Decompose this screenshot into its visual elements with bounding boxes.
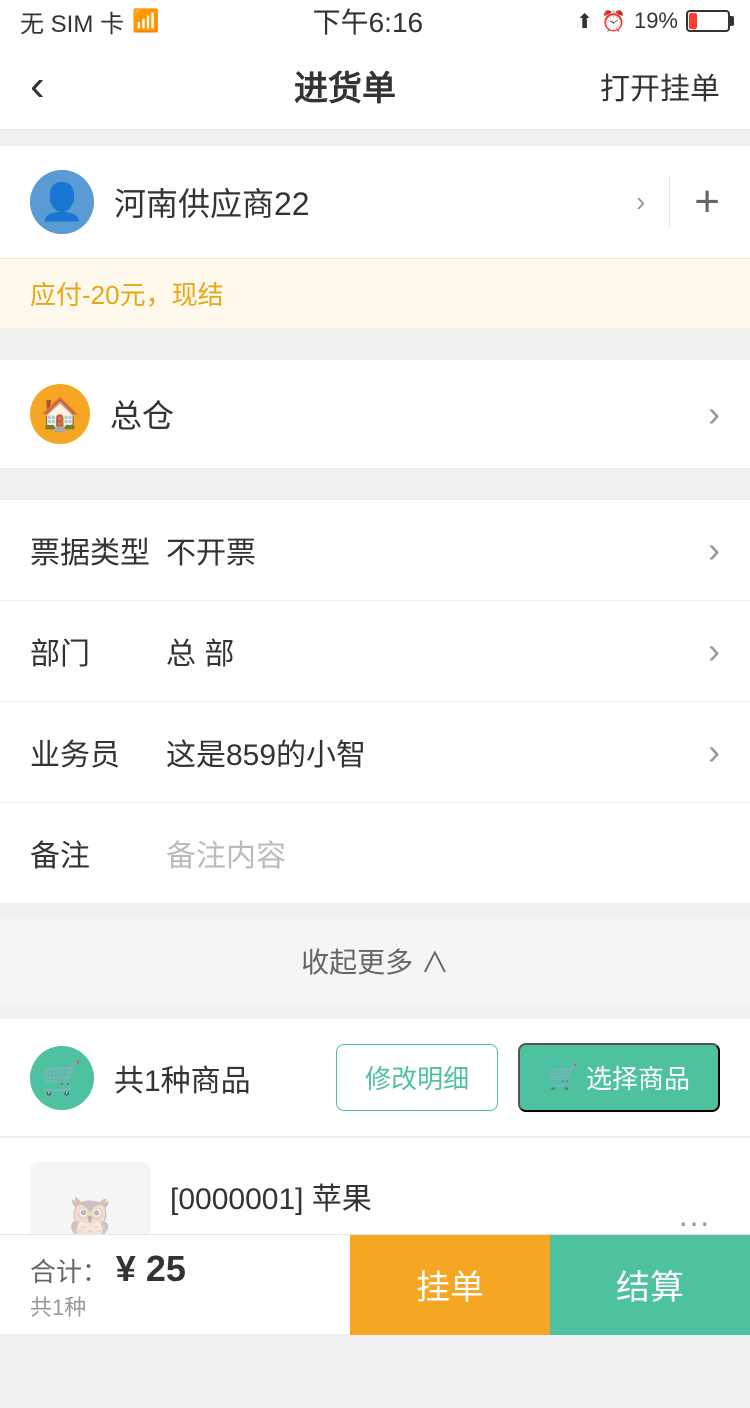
- status-left: 无 SIM 卡 📶: [20, 4, 159, 39]
- collapse-button[interactable]: 收起更多 ∧: [0, 919, 750, 1003]
- modify-detail-button[interactable]: 修改明细: [336, 1044, 498, 1111]
- wifi-icon: 📶: [132, 8, 159, 34]
- select-icon: 🛒: [548, 1063, 578, 1092]
- chevron-right-icon: ›: [636, 186, 645, 218]
- product-name: [0000001] 苹果: [170, 1174, 648, 1218]
- avatar: 👤: [30, 170, 94, 234]
- battery-icon: [686, 10, 730, 32]
- chevron-right-icon: ›: [708, 529, 720, 571]
- product-code: [0000001] 苹果: [170, 1183, 372, 1216]
- invoice-type-value: 不开票: [150, 528, 708, 572]
- chevron-right-icon: ›: [708, 731, 720, 773]
- back-button[interactable]: ‹: [30, 61, 90, 111]
- alarm-icon: ⏰: [601, 9, 626, 34]
- hang-button[interactable]: 挂单: [350, 1235, 550, 1335]
- location-icon: ⬆: [576, 9, 593, 34]
- divider: [669, 177, 670, 227]
- checkout-button[interactable]: 结算: [550, 1235, 750, 1335]
- invoice-type-row[interactable]: 票据类型 不开票 ›: [0, 500, 750, 600]
- product-icon: 🛒: [30, 1046, 94, 1110]
- warehouse-icon: 🏠: [30, 384, 90, 444]
- department-label: 部门: [30, 629, 150, 673]
- warehouse-name: 总仓: [110, 391, 708, 437]
- battery-text: 19%: [634, 8, 678, 34]
- status-bar: 无 SIM 卡 📶 下午6:16 ⬆ ⏰ 19%: [0, 0, 750, 42]
- select-label: 选择商品: [586, 1059, 690, 1096]
- total-amount: ¥ 25: [116, 1248, 186, 1289]
- bottom-bar: 合计： ¥ 25 共1种 挂单 结算: [0, 1234, 750, 1334]
- select-product-button[interactable]: 🛒 选择商品: [518, 1043, 720, 1112]
- carrier-text: 无 SIM 卡: [20, 4, 124, 39]
- salesperson-label: 业务员: [30, 730, 150, 774]
- remark-value: 备注内容: [150, 831, 720, 875]
- status-right: ⬆ ⏰ 19%: [576, 8, 730, 34]
- remark-label: 备注: [30, 831, 150, 875]
- chevron-right-icon: ›: [708, 630, 720, 672]
- department-value: 总 部: [150, 629, 708, 673]
- status-time: 下午6:16: [313, 1, 424, 41]
- total-section: 合计： ¥ 25 共1种: [0, 1248, 350, 1322]
- add-supplier-button[interactable]: +: [694, 180, 720, 224]
- form-section: 票据类型 不开票 › 部门 总 部 › 业务员 这是859的小智 › 备注 备注…: [0, 500, 750, 903]
- product-count: 共1种商品: [114, 1056, 316, 1100]
- remark-row[interactable]: 备注 备注内容: [0, 802, 750, 903]
- warehouse-section: 🏠 总仓 ›: [0, 360, 750, 468]
- home-icon: 🏠: [40, 395, 80, 433]
- salesperson-value: 这是859的小智: [150, 730, 708, 774]
- page-title: 进货单: [294, 61, 396, 110]
- collapse-label: 收起更多 ∧: [301, 947, 449, 978]
- notice-text: 应付-20元，现结: [30, 280, 224, 310]
- salesperson-row[interactable]: 业务员 这是859的小智 ›: [0, 701, 750, 802]
- open-hang-button[interactable]: 打开挂单: [600, 64, 720, 108]
- supplier-row[interactable]: 👤 河南供应商22 › +: [0, 146, 750, 258]
- department-row[interactable]: 部门 总 部 ›: [0, 600, 750, 701]
- total-label: 合计：: [30, 1257, 108, 1287]
- chevron-right-icon: ›: [708, 393, 720, 435]
- avatar-icon: 👤: [40, 181, 85, 223]
- cart-icon: 🛒: [42, 1059, 82, 1097]
- notice-bar: 应付-20元，现结: [0, 258, 750, 328]
- total-count: 共1种: [30, 1290, 320, 1322]
- warehouse-row[interactable]: 🏠 总仓 ›: [0, 360, 750, 468]
- total-line: 合计： ¥ 25: [30, 1248, 320, 1290]
- supplier-section: 👤 河南供应商22 › + 应付-20元，现结: [0, 146, 750, 328]
- invoice-type-label: 票据类型: [30, 528, 150, 572]
- nav-bar: ‹ 进货单 打开挂单: [0, 42, 750, 130]
- supplier-name: 河南供应商22: [114, 179, 636, 225]
- product-header: 🛒 共1种商品 修改明细 🛒 选择商品: [0, 1019, 750, 1136]
